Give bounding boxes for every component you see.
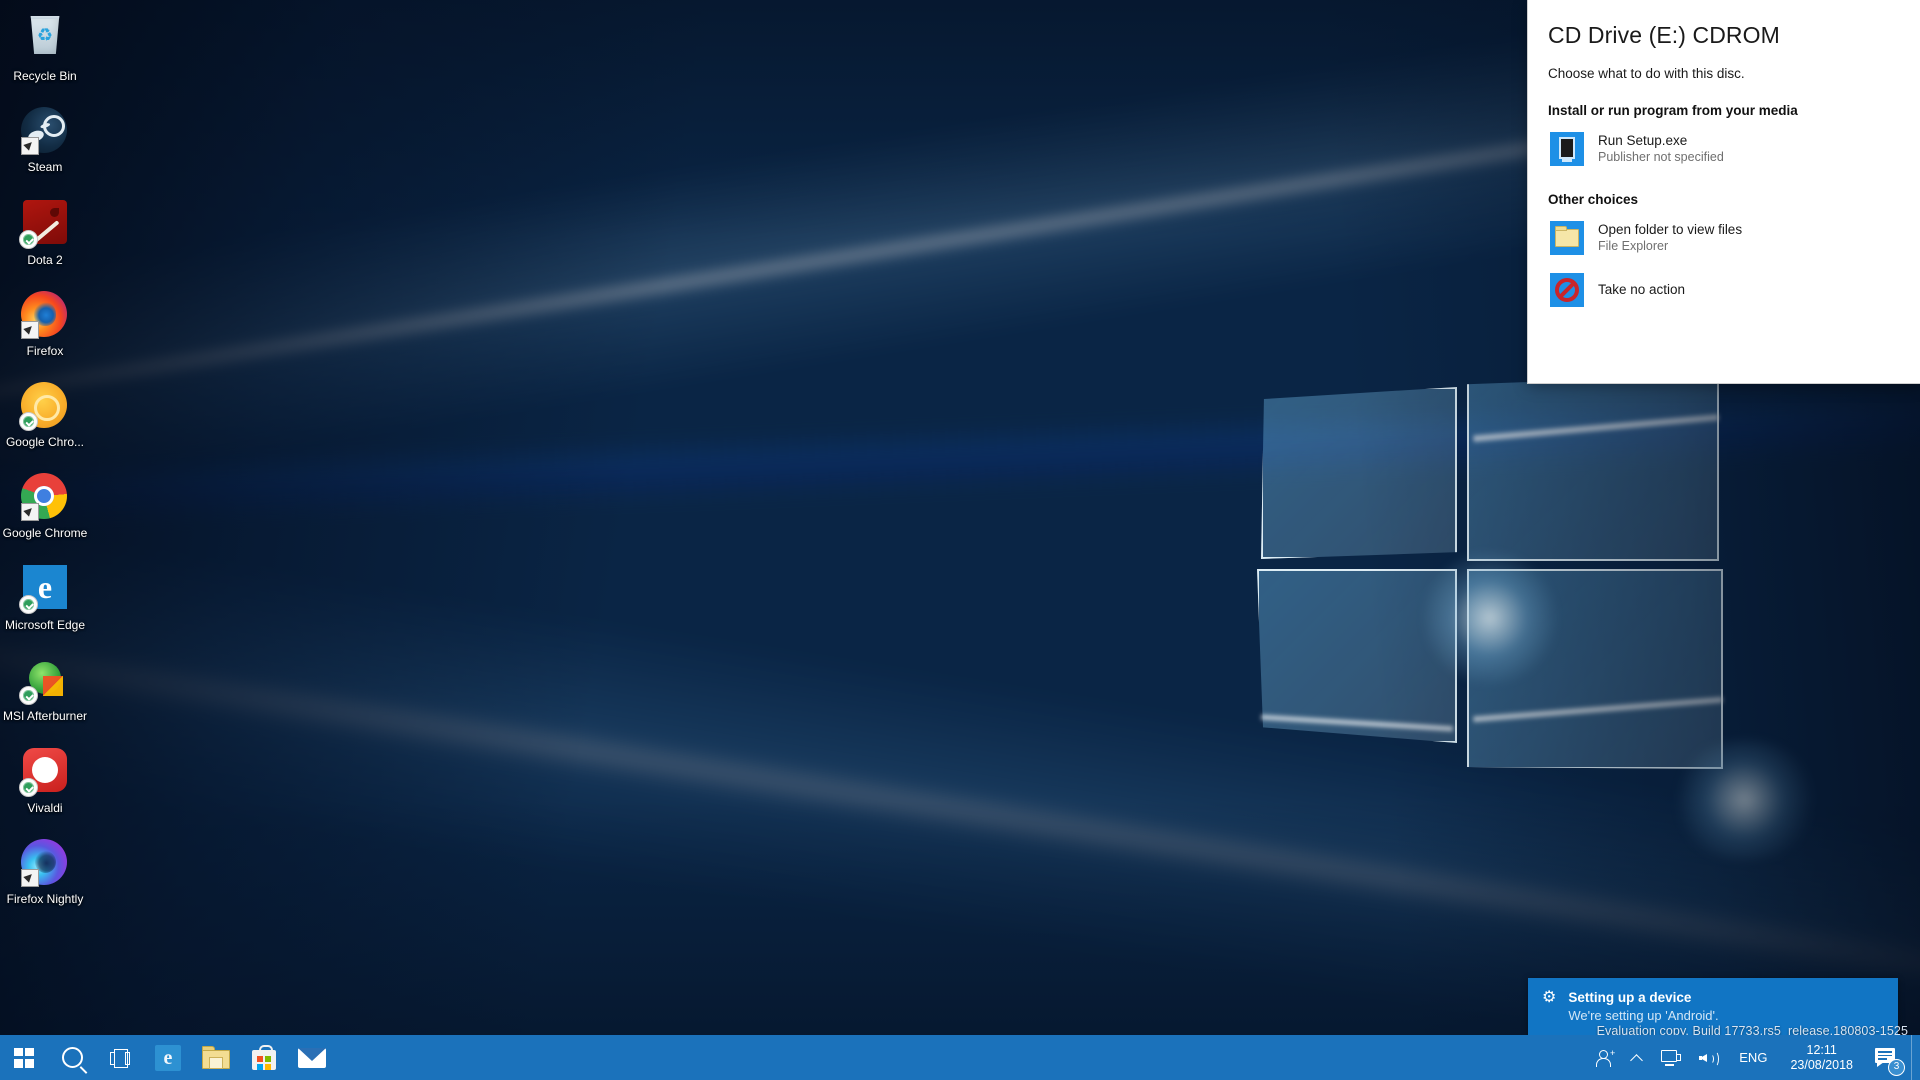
desktop-icon-steam[interactable]: Steam — [0, 101, 90, 178]
desktop-icon-label: Google Chro... — [5, 435, 85, 449]
start-button[interactable] — [0, 1035, 48, 1080]
firefox-icon — [21, 291, 69, 339]
autoplay-choice-run-setup[interactable]: Run Setup.exe Publisher not specified — [1548, 128, 1900, 170]
autoplay-section-other: Other choices — [1548, 192, 1639, 207]
desktop-icon-label: MSI Afterburner — [2, 709, 88, 723]
check-mark — [24, 601, 34, 610]
setup-exe-icon — [1550, 132, 1584, 166]
windows-logo-icon — [14, 1047, 34, 1068]
desktop-icon-label: Microsoft Edge — [4, 618, 86, 632]
autoplay-choice-subtitle: File Explorer — [1598, 239, 1669, 254]
desktop-icon-label: Google Chrome — [2, 526, 88, 540]
edge-icon — [155, 1044, 181, 1071]
no-action-icon — [1550, 273, 1584, 307]
folder-icon — [1550, 221, 1584, 255]
shortcut-arrow-icon — [21, 869, 39, 887]
nightly-icon — [21, 839, 69, 887]
shortcut-arrow-icon — [21, 503, 39, 521]
vivaldi-icon: V — [19, 748, 69, 797]
desktop-icon-firefox[interactable]: Firefox — [0, 285, 90, 362]
explorer-button[interactable] — [192, 1035, 240, 1080]
steam-icon — [21, 107, 69, 155]
action-center-button[interactable]: 3 — [1865, 1035, 1911, 1080]
edge-button[interactable] — [144, 1035, 192, 1080]
desktop-icon-label: Steam — [27, 160, 63, 174]
search-button[interactable] — [48, 1035, 96, 1080]
taskbar: + ENG 12:11 23/08/2018 — [0, 1035, 1920, 1080]
desktop-icon-label: Dota 2 — [27, 253, 63, 267]
mail-button[interactable] — [288, 1035, 336, 1080]
clock-date: 23/08/2018 — [1790, 1057, 1853, 1072]
mail-icon — [298, 1047, 326, 1068]
check-mark — [24, 784, 34, 793]
autoplay-subtitle: Choose what to do with this disc. — [1548, 66, 1745, 81]
notification-count-badge: 3 — [1888, 1059, 1905, 1076]
volume-icon — [1699, 1050, 1720, 1067]
volume-button[interactable] — [1690, 1035, 1728, 1080]
network-icon — [1661, 1049, 1682, 1066]
dota-icon — [19, 200, 69, 249]
task-view-button[interactable] — [96, 1035, 144, 1080]
desktop-icon-firefox-nightly[interactable]: Firefox Nightly — [0, 833, 90, 910]
desktop-icon-msi-afterburner[interactable]: MSI Afterburner — [0, 650, 90, 727]
desktop-icon-label: Firefox — [26, 344, 64, 358]
gear-icon: ⚙ — [1542, 989, 1557, 1006]
check-mark — [24, 418, 34, 427]
network-button[interactable] — [1652, 1035, 1690, 1080]
autoplay-title: CD Drive (E:) CDROM — [1548, 22, 1780, 48]
desktop-icon-vivaldi[interactable]: V Vivaldi — [0, 741, 90, 819]
clock-time: 12:11 — [1806, 1042, 1837, 1057]
show-hidden-icons-button[interactable] — [1622, 1035, 1652, 1080]
desktop-icon-microsoft-edge[interactable]: Microsoft Edge — [0, 558, 90, 636]
icon-art — [30, 16, 60, 54]
clock-button[interactable]: 12:11 23/08/2018 — [1778, 1035, 1865, 1080]
task-view-icon — [110, 1049, 130, 1068]
autoplay-notification-panel[interactable]: CD Drive (E:) CDROM Choose what to do wi… — [1528, 0, 1920, 383]
microsoft-store-icon — [252, 1045, 276, 1070]
desktop-icon-label: Firefox Nightly — [6, 892, 84, 906]
toast-title: Setting up a device — [1568, 990, 1692, 1005]
msi-icon — [19, 656, 69, 705]
autoplay-choice-take-no-action[interactable]: Take no action — [1548, 269, 1900, 311]
chevron-up-icon — [1631, 1052, 1643, 1064]
chrome-icon — [21, 473, 69, 521]
shortcut-arrow-icon — [21, 137, 39, 155]
canary-icon — [19, 382, 69, 431]
people-button[interactable]: + — [1586, 1035, 1622, 1080]
sync-check-icon — [19, 230, 38, 249]
desktop-icon-google-chrome[interactable]: Google Chrome — [0, 467, 90, 544]
store-button[interactable] — [240, 1035, 288, 1080]
check-mark — [24, 236, 34, 245]
sync-check-icon — [19, 686, 38, 705]
autoplay-choice-title: Open folder to view files — [1598, 221, 1743, 237]
autoplay-choice-subtitle: Publisher not specified — [1598, 150, 1724, 165]
desktop-icon-label: Vivaldi — [27, 801, 63, 815]
desktop-icon-dota-2[interactable]: Dota 2 — [0, 192, 90, 271]
people-icon: + — [1595, 1048, 1615, 1067]
desktop-icon-grid: Recycle Bin Steam Dota 2 Firefox Google Chro… — [0, 6, 87, 924]
sync-check-icon — [19, 412, 38, 431]
autoplay-choice-title: Run Setup.exe — [1598, 132, 1688, 148]
desktop-screen: Recycle Bin Steam Dota 2 Firefox Google Chro… — [0, 0, 1920, 1080]
check-mark — [24, 692, 34, 701]
toast-body: We're setting up 'Android'. — [1568, 1008, 1719, 1023]
sync-check-icon — [19, 778, 38, 797]
system-tray: + ENG 12:11 23/08/2018 3 — [1586, 1035, 1920, 1080]
autoplay-choice-title: Take no action — [1598, 281, 1686, 297]
file-explorer-icon — [202, 1046, 230, 1069]
language-indicator[interactable]: ENG — [1728, 1035, 1778, 1080]
edge-icon — [19, 565, 69, 614]
autoplay-choice-open-folder[interactable]: Open folder to view files File Explorer — [1548, 217, 1900, 259]
recycle-icon — [21, 16, 69, 64]
desktop-icon-recycle-bin[interactable]: Recycle Bin — [0, 6, 90, 87]
desktop-icon-google-chro[interactable]: Google Chro... — [0, 376, 90, 453]
search-icon — [61, 1047, 83, 1068]
show-desktop-button[interactable] — [1911, 1035, 1920, 1080]
autoplay-section-install: Install or run program from your media — [1548, 103, 1798, 118]
shortcut-arrow-icon — [21, 321, 39, 339]
sync-check-icon — [19, 595, 38, 614]
desktop-icon-label: Recycle Bin — [13, 69, 77, 83]
